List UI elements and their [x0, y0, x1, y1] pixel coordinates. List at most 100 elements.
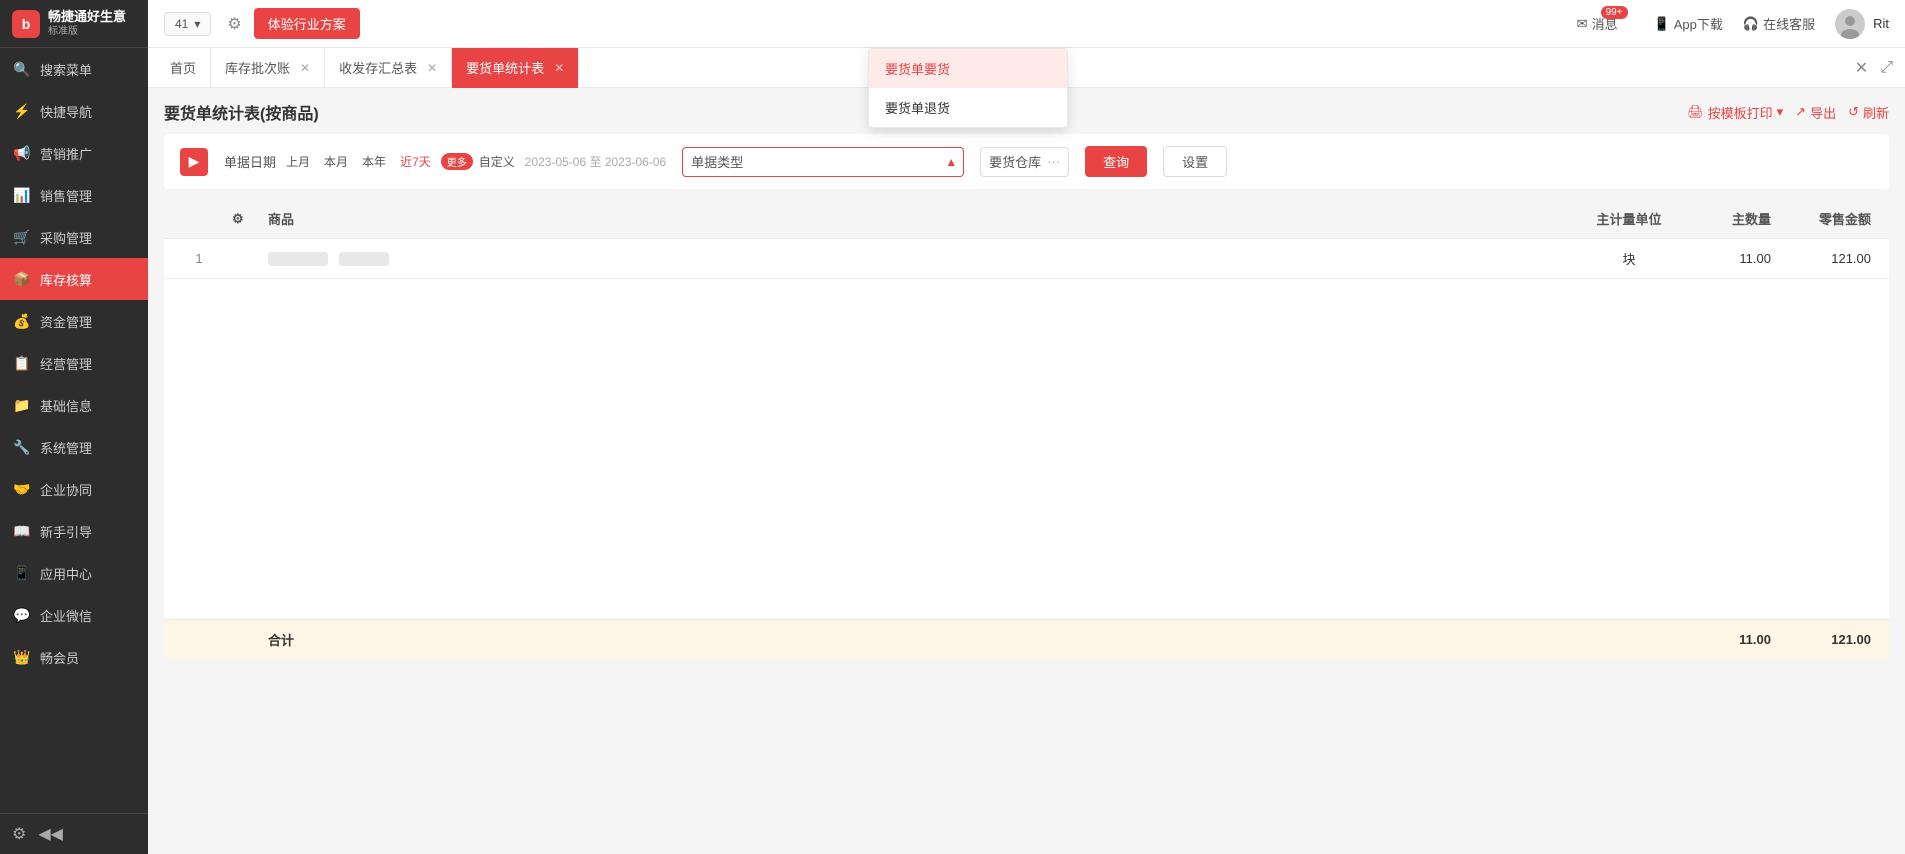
- tab-home-label: 首页: [170, 58, 196, 77]
- trial-btn[interactable]: 体验行业方案: [254, 8, 360, 39]
- messages-btn[interactable]: ✉ 消息 99+: [1577, 14, 1618, 33]
- type-label: 单据类型: [683, 152, 751, 171]
- td-unit-1: 块: [1579, 249, 1679, 268]
- tf-qty: 11.00: [1679, 632, 1779, 647]
- dropdown-item-order-return[interactable]: 要货单退货: [869, 88, 1067, 127]
- system-icon: 🔧: [12, 437, 32, 457]
- date-custom-btn[interactable]: 自定义: [479, 153, 515, 170]
- td-qty-1: 11.00: [1679, 251, 1779, 266]
- tab-close-all-btn[interactable]: ✕: [1851, 54, 1872, 82]
- table-card: ⚙ 商品 主计量单位 主数量 零售金额 1 块 11.00 121.00: [164, 199, 1889, 659]
- date-more-btn[interactable]: 更多: [441, 153, 473, 170]
- app-download-btn[interactable]: 📱 App下载: [1654, 14, 1723, 33]
- warehouse-more-icon[interactable]: ···: [1047, 154, 1060, 169]
- refresh-btn[interactable]: ↺ 刷新: [1848, 103, 1889, 122]
- selector-chevron-icon: ▾: [194, 17, 200, 31]
- settings-footer-icon[interactable]: ⚙: [12, 824, 26, 844]
- filter-card: ▶ 单据日期 上月 本月 本年 近7天 更多 自定义 2023-05-06 至 …: [164, 134, 1889, 189]
- tab-batch-account[interactable]: 库存批次账 ✕: [211, 48, 325, 88]
- sidebar-search-label: 搜索菜单: [40, 60, 92, 79]
- tab-batch-account-label: 库存批次账: [225, 58, 290, 77]
- goods-placeholder-2: [339, 252, 389, 266]
- messages-badge: 99+: [1601, 6, 1628, 19]
- export-icon: ↗: [1795, 104, 1806, 120]
- message-icon: ✉: [1577, 16, 1588, 32]
- table-empty-space: [164, 279, 1889, 619]
- company-selector[interactable]: 41 ▾: [164, 12, 211, 36]
- sidebar-item-base-info[interactable]: 📁 基础信息: [0, 384, 148, 426]
- sidebar-item-guide[interactable]: 📖 新手引导: [0, 510, 148, 552]
- warehouse-label: 要货仓库: [989, 152, 1041, 171]
- finance-icon: 💰: [12, 311, 32, 331]
- export-btn[interactable]: ↗ 导出: [1795, 103, 1836, 122]
- baseinfo-icon: 📁: [12, 395, 32, 415]
- member-icon: 👑: [12, 647, 32, 667]
- th-goods: 商品: [260, 209, 1579, 228]
- app-download-icon: 📱: [1654, 16, 1670, 32]
- tab-order-stats[interactable]: 要货单统计表 ✕: [452, 48, 579, 88]
- filter-settings-btn[interactable]: 设置: [1163, 146, 1227, 177]
- purchase-icon: 🛒: [12, 227, 32, 247]
- enterprise-icon: 🤝: [12, 479, 32, 499]
- guide-icon: 📖: [12, 521, 32, 541]
- query-btn[interactable]: 查询: [1085, 146, 1147, 177]
- table-header: ⚙ 商品 主计量单位 主数量 零售金额: [164, 199, 1889, 239]
- date-shortcut-last-month[interactable]: 上月: [282, 151, 314, 172]
- page-content: 要货单统计表(按商品) 🖨 按模板打印 ▾ ↗ 导出 ↺ 刷新: [148, 88, 1905, 854]
- sidebar-nav: 🔍 搜索菜单 ⚡ 快捷导航 📢 营销推广 📊 销售管理 🛒 采购管理 📦 库存核…: [0, 48, 148, 813]
- tabbar-actions: ✕ ⤢: [1851, 54, 1897, 82]
- sidebar-item-app-center[interactable]: 📱 应用中心: [0, 552, 148, 594]
- type-filter-wrap: 单据类型 ▲: [682, 147, 964, 177]
- print-btn[interactable]: 🖨 按模板打印 ▾: [1687, 103, 1783, 122]
- sidebar-item-marketing[interactable]: 📢 营销推广: [0, 132, 148, 174]
- tf-goods: 合计: [260, 630, 1579, 649]
- date-range-display: 2023-05-06 至 2023-06-06: [525, 153, 666, 170]
- filter-expand-btn[interactable]: ▶: [180, 148, 208, 176]
- tab-summary-label: 收发存汇总表: [339, 58, 417, 77]
- date-label: 单据日期: [224, 152, 276, 171]
- sidebar-item-operation[interactable]: 📋 经营管理: [0, 342, 148, 384]
- sidebar-item-member[interactable]: 👑 畅会员: [0, 636, 148, 678]
- sidebar-item-enterprise[interactable]: 🤝 企业协同: [0, 468, 148, 510]
- type-select-input[interactable]: [751, 148, 939, 176]
- main-area: 41 ▾ ⚙ 体验行业方案 ✉ 消息 99+ 📱 App下载 🎧 在线客服: [148, 0, 1905, 854]
- tab-batch-account-close[interactable]: ✕: [300, 61, 310, 75]
- tab-summary-close[interactable]: ✕: [427, 61, 437, 75]
- user-avatar-btn[interactable]: Rit: [1835, 9, 1889, 39]
- sidebar-item-wechat[interactable]: 💬 企业微信: [0, 594, 148, 636]
- date-shortcut-7days[interactable]: 近7天: [396, 151, 435, 172]
- tab-home[interactable]: 首页: [156, 48, 211, 88]
- tab-expand-btn[interactable]: ⤢: [1876, 55, 1897, 81]
- sidebar-item-system[interactable]: 🔧 系统管理: [0, 426, 148, 468]
- th-settings[interactable]: ⚙: [224, 211, 260, 227]
- settings-gear-icon[interactable]: ⚙: [227, 14, 241, 34]
- topbar-right: ✉ 消息 99+ 📱 App下载 🎧 在线客服 Rit: [1577, 9, 1889, 39]
- tf-amount: 121.00: [1779, 632, 1879, 647]
- online-service-label: 在线客服: [1763, 14, 1815, 33]
- td-goods-1: [260, 251, 1579, 267]
- sidebar-item-inventory[interactable]: 📦 库存核算: [0, 258, 148, 300]
- online-service-btn[interactable]: 🎧 在线客服: [1743, 14, 1815, 33]
- appcenter-icon: 📱: [12, 563, 32, 583]
- search-icon: 🔍: [12, 59, 32, 79]
- sidebar-item-quick-nav[interactable]: ⚡ 快捷导航: [0, 90, 148, 132]
- selector-number: 41: [175, 17, 188, 31]
- warehouse-filter-wrap: 要货仓库 ···: [980, 147, 1069, 177]
- tab-order-stats-close[interactable]: ✕: [554, 61, 564, 75]
- tab-summary[interactable]: 收发存汇总表 ✕: [325, 48, 452, 88]
- th-unit: 主计量单位: [1579, 209, 1679, 228]
- collapse-sidebar-btn[interactable]: ◀◀: [38, 824, 63, 844]
- avatar: [1835, 9, 1865, 39]
- date-shortcut-this-year[interactable]: 本年: [358, 151, 390, 172]
- date-shortcut-this-month[interactable]: 本月: [320, 151, 352, 172]
- sidebar-item-purchase[interactable]: 🛒 采购管理: [0, 216, 148, 258]
- type-select-arrow[interactable]: ▲: [939, 155, 963, 169]
- filter-row: ▶ 单据日期 上月 本月 本年 近7天 更多 自定义 2023-05-06 至 …: [180, 146, 1873, 177]
- app-download-label: App下载: [1674, 14, 1723, 33]
- sidebar: b 畅捷通好生意 标准版 🔍 搜索菜单 ⚡ 快捷导航 📢 营销推广 📊 销售管理: [0, 0, 148, 854]
- sidebar-item-sales[interactable]: 📊 销售管理: [0, 174, 148, 216]
- sidebar-logo: b 畅捷通好生意 标准版: [0, 0, 148, 48]
- quicknav-icon: ⚡: [12, 101, 32, 121]
- sidebar-item-search[interactable]: 🔍 搜索菜单: [0, 48, 148, 90]
- sidebar-item-finance[interactable]: 💰 资金管理: [0, 300, 148, 342]
